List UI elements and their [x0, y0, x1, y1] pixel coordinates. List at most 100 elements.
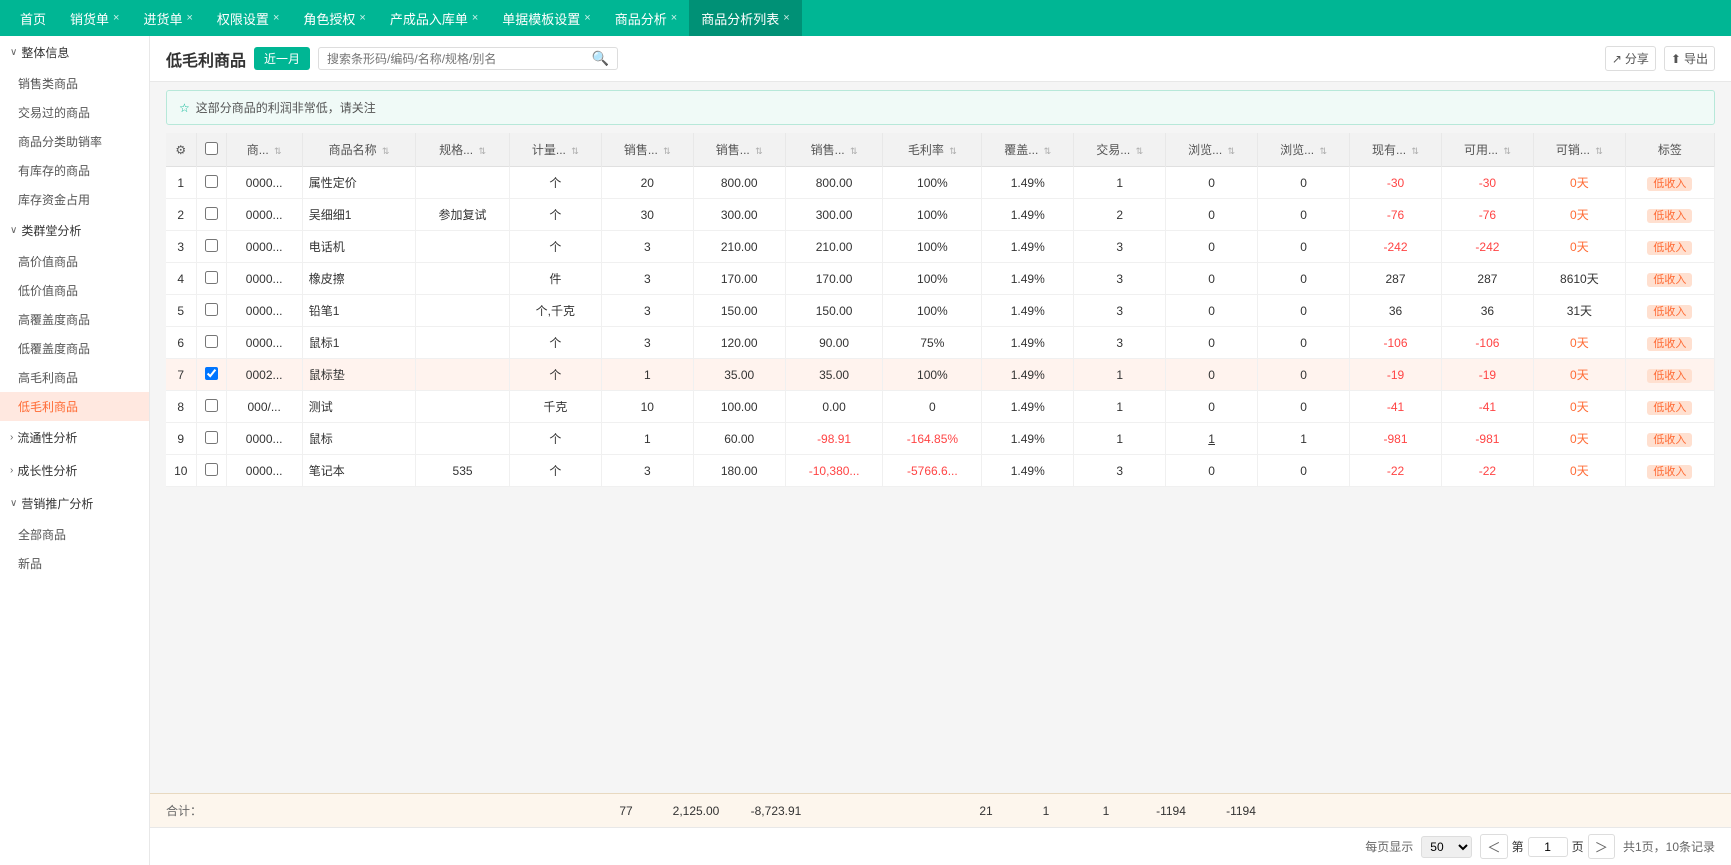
row-checkbox-8[interactable]: [205, 431, 218, 444]
close-permissions-icon[interactable]: ×: [273, 12, 279, 24]
row-checkbox-1[interactable]: [205, 207, 218, 220]
share-button[interactable]: ↗ 分享: [1605, 46, 1656, 71]
close-goods-analysis-list-icon[interactable]: ×: [783, 12, 789, 24]
table-row: 3 0000... 电话机 个 3 210.00 210.00 100% 1.4…: [166, 231, 1715, 263]
sidebar-collapse-button[interactable]: «: [149, 431, 150, 471]
close-sales-order-icon[interactable]: ×: [113, 12, 119, 24]
sidebar-item-high-margin[interactable]: 高毛利商品: [0, 363, 149, 392]
nav-goods-analysis-list[interactable]: 商品分析列表 ×: [689, 0, 801, 36]
cell-spec-9: 535: [416, 455, 510, 487]
sort-spec-icon: ⇅: [478, 146, 486, 156]
cell-saleable-3: 8610天: [1533, 263, 1625, 295]
sidebar-item-high-value[interactable]: 高价值商品: [0, 247, 149, 276]
sidebar-group-circulation[interactable]: › 流通性分析: [0, 421, 149, 454]
sidebar-item-sales-goods[interactable]: 销售类商品: [0, 69, 149, 98]
col-sales-amount[interactable]: 销售... ⇅: [785, 133, 883, 167]
export-button[interactable]: ⬆ 导出: [1664, 46, 1715, 71]
select-all-checkbox[interactable]: [205, 142, 218, 155]
search-input[interactable]: [327, 52, 592, 66]
close-role-auth-icon[interactable]: ×: [359, 12, 365, 24]
row-checkbox-2[interactable]: [205, 239, 218, 252]
close-purchase-order-icon[interactable]: ×: [186, 12, 192, 24]
close-template-settings-icon[interactable]: ×: [584, 12, 590, 24]
cell-unit-9: 个: [509, 455, 601, 487]
nav-template-settings[interactable]: 单据模板设置 ×: [490, 0, 602, 36]
col-spec[interactable]: 规格... ⇅: [416, 133, 510, 167]
col-name[interactable]: 商品名称 ⇅: [302, 133, 415, 167]
row-checkbox-3[interactable]: [205, 271, 218, 284]
sidebar-item-stocked-goods[interactable]: 有库存的商品: [0, 156, 149, 185]
cell-current-8: -981: [1350, 423, 1442, 455]
nav-sales-order[interactable]: 销货单 ×: [58, 0, 131, 36]
cell-available-5: -106: [1441, 327, 1533, 359]
cell-view1-6: 0: [1166, 359, 1258, 391]
next-page-button[interactable]: ＞: [1588, 834, 1615, 859]
sidebar-item-low-value[interactable]: 低价值商品: [0, 276, 149, 305]
nav-goods-analysis[interactable]: 商品分析 ×: [603, 0, 689, 36]
sidebar-item-low-coverage[interactable]: 低覆盖度商品: [0, 334, 149, 363]
sidebar-item-new-goods[interactable]: 新品: [0, 549, 149, 578]
cell-name-0: 属性定价: [302, 167, 415, 199]
close-product-stock-icon[interactable]: ×: [472, 12, 478, 24]
col-coverage[interactable]: 覆盖... ⇅: [982, 133, 1074, 167]
footer-current: -1194: [1136, 804, 1206, 818]
sidebar-item-category-sales-rate[interactable]: 商品分类助销率: [0, 127, 149, 156]
sidebar-item-inventory-capital[interactable]: 库存资金占用: [0, 185, 149, 214]
cell-unit-6: 个: [509, 359, 601, 391]
date-filter-button[interactable]: 近一月: [254, 47, 310, 70]
sidebar: « ∨ 整体信息 销售类商品 交易过的商品 商品分类助销率 有库存的商品 库存资…: [0, 36, 150, 865]
sort-code-icon: ⇅: [274, 146, 282, 156]
nav-permissions[interactable]: 权限设置 ×: [205, 0, 291, 36]
sidebar-item-all-goods[interactable]: 全部商品: [0, 520, 149, 549]
nav-purchase-order[interactable]: 进货单 ×: [131, 0, 204, 36]
cell-trade-count-1: 2: [1074, 199, 1166, 231]
col-gross-margin[interactable]: 毛利率 ⇅: [883, 133, 982, 167]
prev-page-button[interactable]: ＜: [1480, 834, 1507, 859]
col-sales-count[interactable]: 销售... ⇅: [601, 133, 693, 167]
sidebar-group-marketing[interactable]: ∨ 营销推广分析: [0, 487, 149, 520]
row-checkbox-7[interactable]: [205, 399, 218, 412]
nav-home[interactable]: 首页: [8, 0, 58, 36]
row-checkbox-5[interactable]: [205, 335, 218, 348]
cell-code-7: 000/...: [226, 391, 302, 423]
col-available[interactable]: 可用... ⇅: [1441, 133, 1533, 167]
row-checkbox-6[interactable]: [205, 367, 218, 380]
page-number-input[interactable]: [1528, 837, 1568, 857]
main-layout: « ∨ 整体信息 销售类商品 交易过的商品 商品分类助销率 有库存的商品 库存资…: [0, 36, 1731, 865]
sort-sales-price-icon: ⇅: [755, 146, 763, 156]
col-settings[interactable]: ⚙: [166, 133, 196, 167]
col-view2[interactable]: 浏览... ⇅: [1258, 133, 1350, 167]
col-view1[interactable]: 浏览... ⇅: [1166, 133, 1258, 167]
cell-current-6: -19: [1350, 359, 1442, 391]
close-goods-analysis-icon[interactable]: ×: [671, 12, 677, 24]
cell-saleable-5: 0天: [1533, 327, 1625, 359]
sidebar-item-low-margin[interactable]: 低毛利商品: [0, 392, 149, 421]
sort-coverage-icon: ⇅: [1044, 146, 1052, 156]
search-icon[interactable]: 🔍: [592, 50, 609, 67]
col-unit[interactable]: 计量... ⇅: [509, 133, 601, 167]
col-saleable[interactable]: 可销... ⇅: [1533, 133, 1625, 167]
cell-current-2: -242: [1350, 231, 1442, 263]
nav-role-auth[interactable]: 角色授权 ×: [291, 0, 377, 36]
sidebar-group-category[interactable]: ∨ 类群堂分析: [0, 214, 149, 247]
col-current[interactable]: 现有... ⇅: [1350, 133, 1442, 167]
cell-trade-count-4: 3: [1074, 295, 1166, 327]
row-checkbox-0[interactable]: [205, 175, 218, 188]
cell-view1-4: 0: [1166, 295, 1258, 327]
table-row: 8 000/... 测试 千克 10 100.00 0.00 0 1.49% 1…: [166, 391, 1715, 423]
row-checkbox-4[interactable]: [205, 303, 218, 316]
row-checkbox-9[interactable]: [205, 463, 218, 476]
nav-product-stock[interactable]: 产成品入库单 ×: [378, 0, 490, 36]
col-code[interactable]: 商... ⇅: [226, 133, 302, 167]
cell-settings-9: 10: [166, 455, 196, 487]
cell-view1-8[interactable]: 1: [1166, 423, 1258, 455]
col-tag[interactable]: 标签: [1625, 133, 1714, 167]
sidebar-item-traded-goods[interactable]: 交易过的商品: [0, 98, 149, 127]
cell-saleable-4: 31天: [1533, 295, 1625, 327]
col-trade[interactable]: 交易... ⇅: [1074, 133, 1166, 167]
col-sales-price[interactable]: 销售... ⇅: [693, 133, 785, 167]
sidebar-group-overall[interactable]: ∨ 整体信息: [0, 36, 149, 69]
page-size-select[interactable]: 50 100 200: [1421, 836, 1472, 858]
sidebar-item-high-coverage[interactable]: 高覆盖度商品: [0, 305, 149, 334]
sidebar-group-growth[interactable]: › 成长性分析: [0, 454, 149, 487]
